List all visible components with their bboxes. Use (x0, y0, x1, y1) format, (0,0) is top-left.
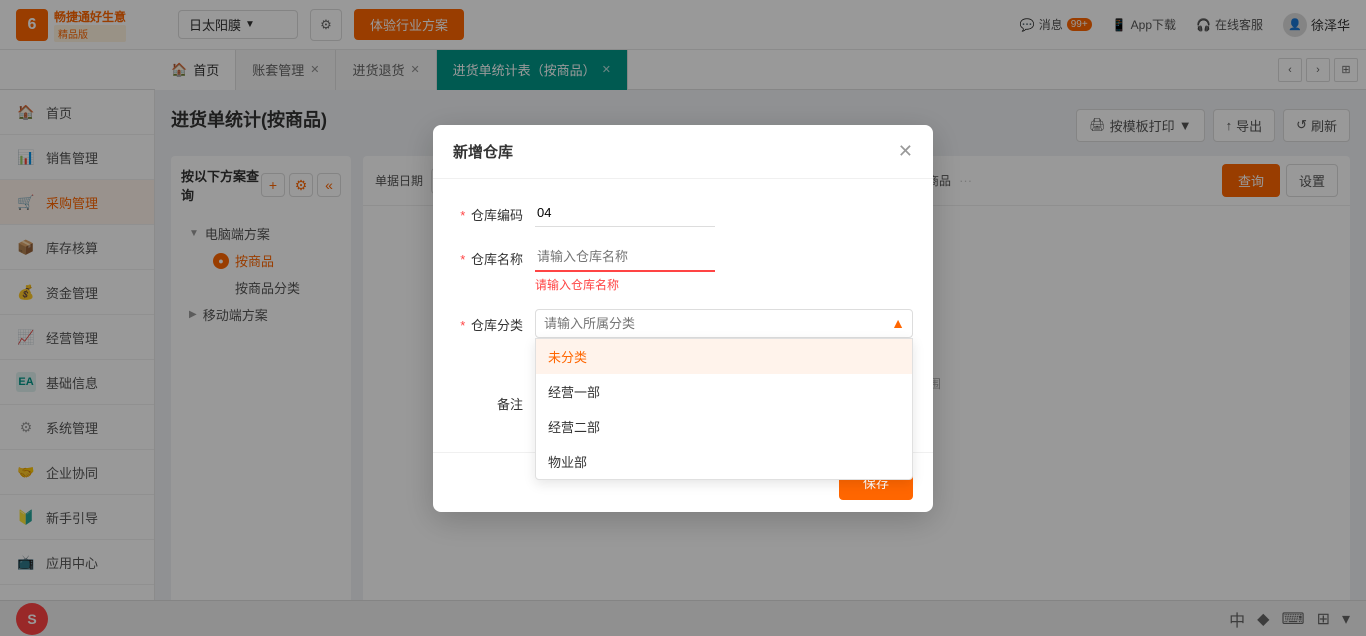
dropdown-item-unclassified[interactable]: 未分类 (536, 339, 912, 374)
category-toggle-icon[interactable]: ▲ (891, 315, 905, 331)
form-row-category: * 仓库分类 ▲ 未分类 经营一部 经营二部 物业部 (453, 309, 913, 338)
code-input[interactable] (535, 199, 715, 227)
dropdown-item-dept3[interactable]: 物业部 (536, 444, 912, 479)
modal-overlay[interactable]: 新增仓库 ✕ * 仓库编码 * 仓库名称 (0, 0, 1366, 636)
name-input[interactable] (535, 243, 715, 272)
name-label: * 仓库名称 (453, 243, 523, 268)
category-label: * 仓库分类 (453, 309, 523, 334)
category-dropdown: 未分类 经营一部 经营二部 物业部 (535, 338, 913, 480)
code-field (535, 199, 913, 227)
form-row-name: * 仓库名称 请输入仓库名称 (453, 243, 913, 293)
dropdown-item-dept2[interactable]: 经营二部 (536, 409, 912, 444)
name-error-msg: 请输入仓库名称 (535, 276, 913, 293)
category-input[interactable] (535, 309, 913, 338)
modal-close-button[interactable]: ✕ (898, 141, 913, 162)
form-row-code: * 仓库编码 (453, 199, 913, 227)
new-warehouse-modal: 新增仓库 ✕ * 仓库编码 * 仓库名称 (433, 125, 933, 512)
code-label: * 仓库编码 (453, 199, 523, 224)
modal-title: 新增仓库 (453, 141, 513, 162)
dropdown-item-dept1[interactable]: 经营一部 (536, 374, 912, 409)
modal-header: 新增仓库 ✕ (433, 125, 933, 179)
remark-label: 备注 (453, 388, 523, 413)
name-field: 请输入仓库名称 (535, 243, 913, 293)
modal-body: * 仓库编码 * 仓库名称 请输入仓库名称 (433, 179, 933, 452)
category-field: ▲ 未分类 经营一部 经营二部 物业部 (535, 309, 913, 338)
